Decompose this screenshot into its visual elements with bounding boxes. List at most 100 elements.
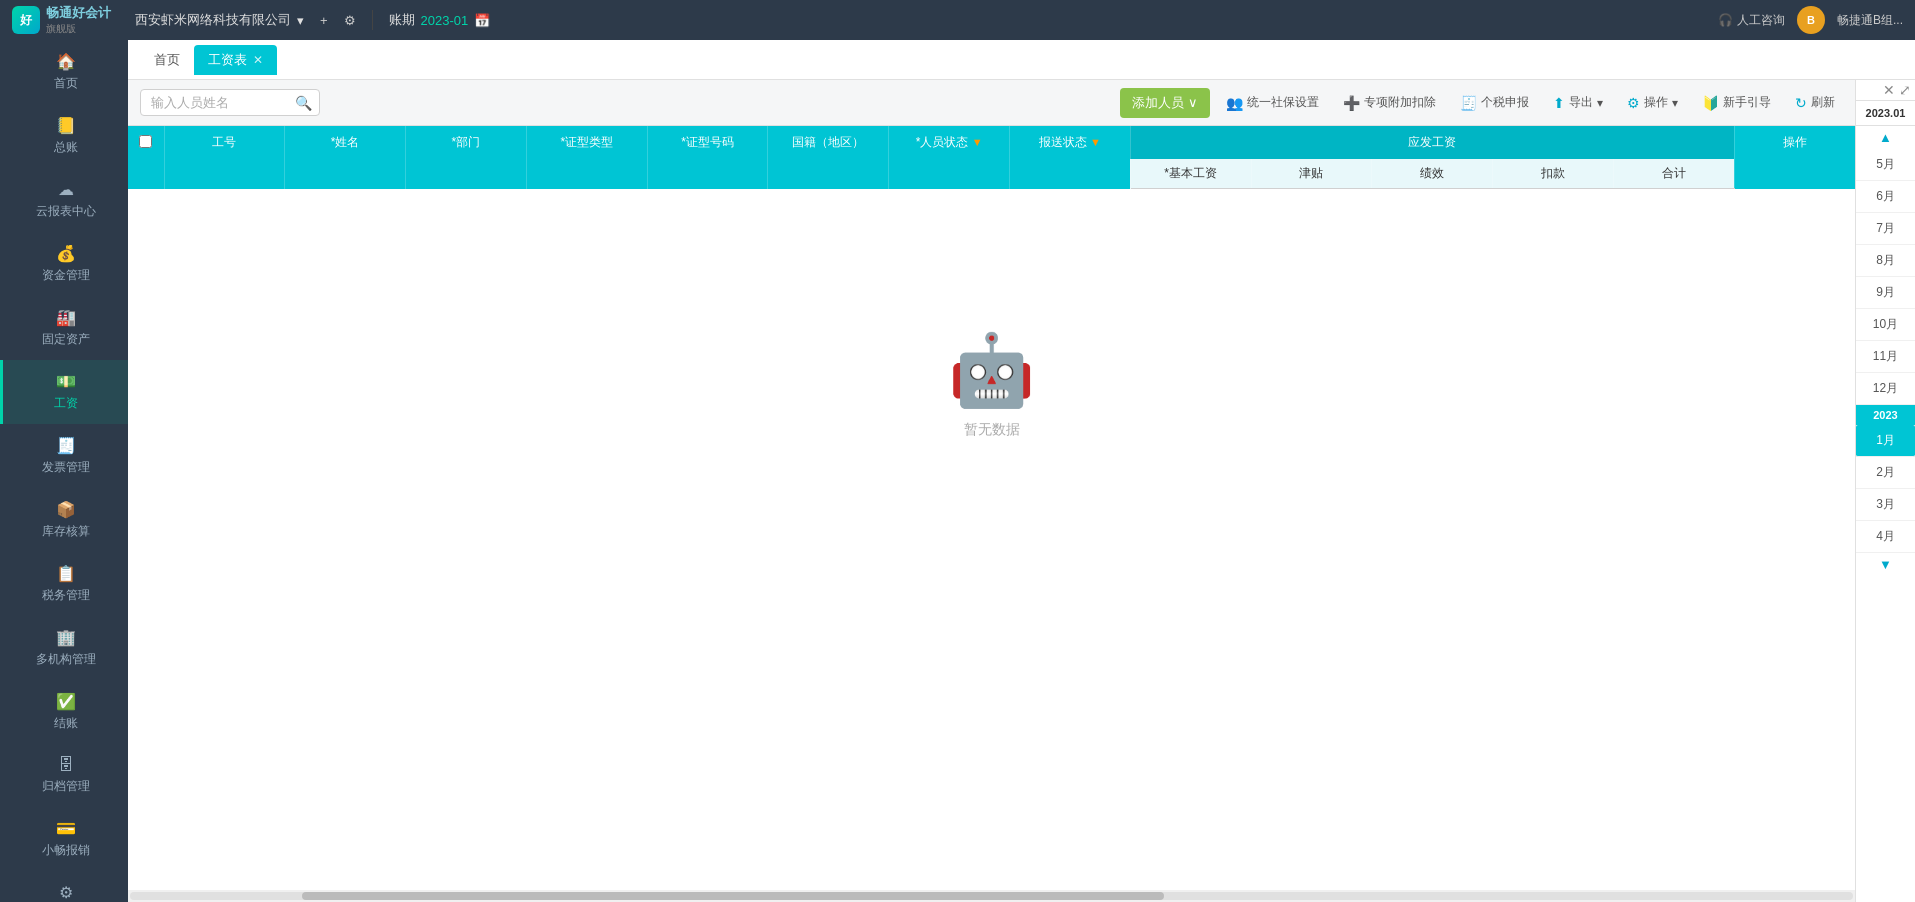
social-icon: 👥: [1226, 95, 1243, 111]
settings-btn[interactable]: ⚙: [336, 9, 364, 32]
add-person-label: 添加人员: [1132, 94, 1184, 112]
date-month-6[interactable]: 6月: [1856, 181, 1915, 213]
tab-home-label: 首页: [154, 51, 180, 69]
logo-text: 畅通好会计: [46, 4, 111, 22]
assets-icon: 🏭: [56, 308, 76, 327]
sidebar-item-archive[interactable]: 🗄 归档管理: [0, 744, 128, 807]
search-container: 🔍: [140, 89, 320, 116]
search-input[interactable]: [140, 89, 320, 116]
th-performance: 绩效: [1372, 159, 1493, 189]
export-btn[interactable]: ⬆ 导出 ▾: [1545, 90, 1611, 115]
top-bar-right: 🎧 人工咨询 B 畅捷通B组...: [1718, 6, 1903, 34]
select-all-checkbox[interactable]: [139, 135, 152, 148]
home-icon: 🏠: [56, 52, 76, 71]
scroll-thumb[interactable]: [302, 892, 1164, 900]
date-month-8[interactable]: 8月: [1856, 245, 1915, 277]
date-month-9[interactable]: 9月: [1856, 277, 1915, 309]
company-selector[interactable]: 西安虾米网络科技有限公司 ▾: [127, 7, 312, 33]
sidebar-item-basic[interactable]: ⚙ 基础设置: [0, 871, 128, 902]
th-checkbox[interactable]: [128, 126, 164, 159]
th-name: *姓名: [285, 126, 406, 159]
empty-state: 🤖 暂无数据: [128, 269, 1855, 499]
th-sub-checkbox: [128, 159, 164, 189]
tab-home[interactable]: 首页: [140, 45, 194, 75]
avatar: B: [1797, 6, 1825, 34]
close-panel-btn[interactable]: ✕: [1883, 82, 1895, 98]
th-sub-region: [768, 159, 889, 189]
user-service-btn[interactable]: 🎧 人工咨询: [1718, 12, 1785, 29]
th-total: 合计: [1613, 159, 1734, 189]
company-dropdown-icon: ▾: [297, 13, 304, 28]
th-status: *人员状态 ▼: [889, 126, 1010, 159]
status-filter-icon[interactable]: ▼: [972, 136, 983, 148]
report-filter-icon[interactable]: ▼: [1090, 136, 1101, 148]
date-month-11[interactable]: 11月: [1856, 341, 1915, 373]
th-sub-idtype: [526, 159, 647, 189]
main-content: 🔍 添加人员 ∨ 👥 统一社保设置: [128, 80, 1915, 902]
social-setting-btn[interactable]: 👥 统一社保设置: [1218, 90, 1327, 115]
add-icon: +: [320, 13, 328, 28]
sidebar-item-salary[interactable]: 💵 工资: [0, 360, 128, 424]
sidebar-item-inventory[interactable]: 📦 库存核算: [0, 488, 128, 552]
new-guide-btn[interactable]: 🔰 新手引导: [1694, 90, 1779, 115]
th-deduct: 扣款: [1493, 159, 1614, 189]
date-month-12[interactable]: 12月: [1856, 373, 1915, 405]
tab-close-icon[interactable]: ✕: [253, 53, 263, 67]
expand-panel-btn[interactable]: ⤢: [1899, 82, 1911, 98]
deduct-btn[interactable]: ➕ 专项附加扣除: [1335, 90, 1444, 115]
table-scrollbar[interactable]: [128, 890, 1855, 902]
sidebar-item-assets[interactable]: 🏭 固定资产: [0, 296, 128, 360]
date-nav-up[interactable]: ▲: [1856, 126, 1915, 149]
sidebar-item-label: 总账: [54, 139, 78, 156]
salary-table: 工号 *姓名 *部门 *证型类型 *证型号码 国籍（地区） *人员状态 ▼: [128, 126, 1855, 579]
sidebar: 🏠 首页 📒 总账 ☁ 云报表中心 💰 资金管理 🏭 固定资产 💵 工资: [0, 40, 128, 902]
date-year-2023[interactable]: 2023: [1856, 405, 1915, 425]
sidebar-item-expense[interactable]: 💳 小畅报销: [0, 807, 128, 871]
sidebar-item-invoice[interactable]: 🧾 发票管理: [0, 424, 128, 488]
table-container: 工号 *姓名 *部门 *证型类型 *证型号码 国籍（地区） *人员状态 ▼: [128, 126, 1855, 890]
sidebar-item-report[interactable]: ☁ 云报表中心: [0, 168, 128, 232]
date-month-5[interactable]: 5月: [1856, 149, 1915, 181]
archive-icon: 🗄: [58, 756, 74, 774]
sidebar-item-settle[interactable]: ✅ 结账: [0, 680, 128, 744]
th-dept: *部门: [406, 126, 527, 159]
sidebar-item-home[interactable]: 🏠 首页: [0, 40, 128, 104]
calendar-icon[interactable]: 📅: [474, 13, 490, 28]
logo-sub: 旗舰版: [46, 22, 111, 36]
sidebar-item-label: 归档管理: [42, 778, 90, 795]
main-area: 🏠 首页 📒 总账 ☁ 云报表中心 💰 资金管理 🏭 固定资产 💵 工资: [0, 40, 1915, 902]
date-nav-down[interactable]: ▼: [1856, 553, 1915, 576]
table-header-row: 工号 *姓名 *部门 *证型类型 *证型号码 国籍（地区） *人员状态 ▼: [128, 126, 1855, 159]
user-name[interactable]: 畅捷通B组...: [1837, 12, 1903, 29]
add-person-button[interactable]: 添加人员 ∨: [1120, 88, 1210, 118]
fund-icon: 💰: [56, 244, 76, 263]
date-month-2[interactable]: 2月: [1856, 457, 1915, 489]
refresh-btn[interactable]: ↻ 刷新: [1787, 90, 1843, 115]
sidebar-item-tax[interactable]: 📋 税务管理: [0, 552, 128, 616]
sidebar-item-label: 税务管理: [42, 587, 90, 604]
date-month-1[interactable]: 1月: [1856, 425, 1915, 457]
date-month-4[interactable]: 4月: [1856, 521, 1915, 553]
sidebar-item-multi[interactable]: 🏢 多机构管理: [0, 616, 128, 680]
sidebar-item-label: 固定资产: [42, 331, 90, 348]
operate-icon: ⚙: [1627, 95, 1640, 111]
th-sub-empno: [164, 159, 285, 189]
content-inner: 🔍 添加人员 ∨ 👥 统一社保设置: [128, 80, 1855, 902]
date-month-7[interactable]: 7月: [1856, 213, 1915, 245]
sidebar-item-ledger[interactable]: 📒 总账: [0, 104, 128, 168]
refresh-label: 刷新: [1811, 94, 1835, 111]
company-name: 西安虾米网络科技有限公司: [135, 11, 291, 29]
tab-salary[interactable]: 工资表 ✕: [194, 45, 277, 75]
logo-text-group: 畅通好会计 旗舰版: [46, 4, 111, 36]
th-allowance: 津贴: [1251, 159, 1372, 189]
date-month-10[interactable]: 10月: [1856, 309, 1915, 341]
operate-btn[interactable]: ⚙ 操作 ▾: [1619, 90, 1686, 115]
sidebar-item-fund[interactable]: 💰 资金管理: [0, 232, 128, 296]
export-arrow-icon: ▾: [1597, 96, 1603, 110]
deduct-icon: ➕: [1343, 95, 1360, 111]
sidebar-item-label: 云报表中心: [36, 203, 96, 220]
salary-icon: 💵: [56, 372, 76, 391]
date-month-3[interactable]: 3月: [1856, 489, 1915, 521]
tax-declare-btn[interactable]: 🧾 个税申报: [1452, 90, 1537, 115]
add-company-btn[interactable]: +: [312, 9, 336, 32]
